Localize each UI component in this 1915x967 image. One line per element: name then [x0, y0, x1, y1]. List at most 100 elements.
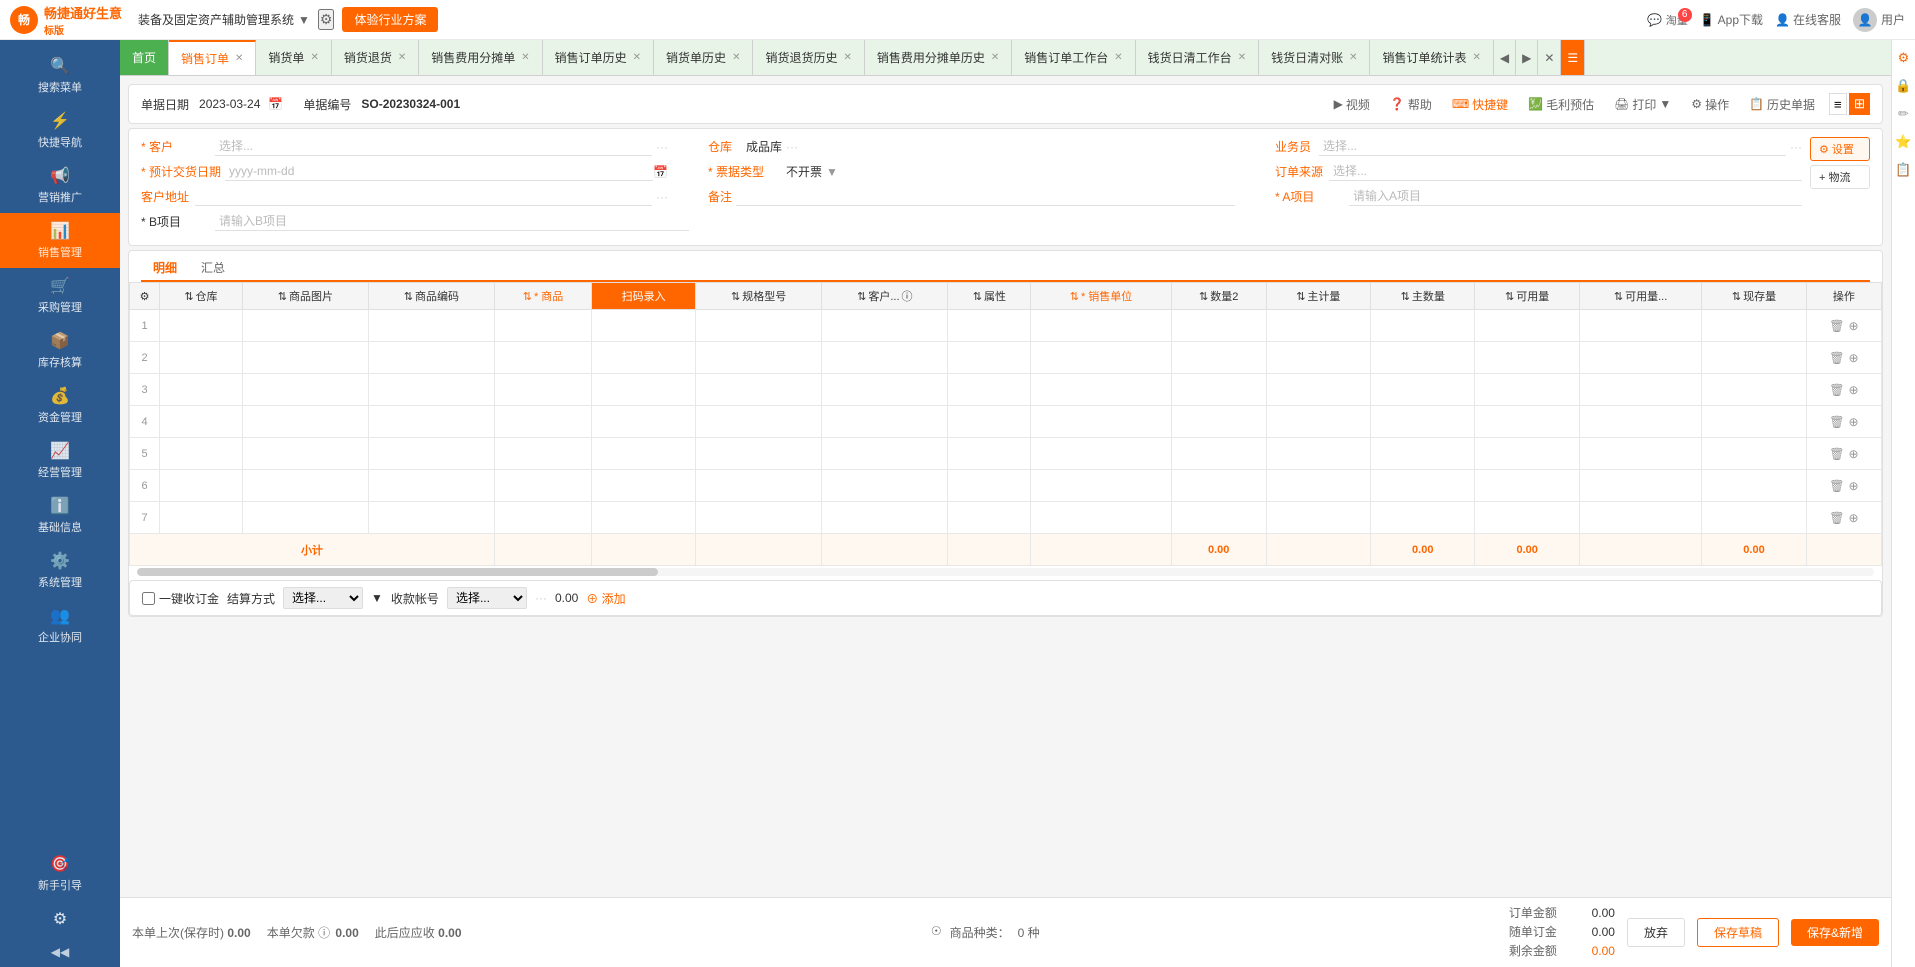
- row-available2[interactable]: [1579, 310, 1701, 342]
- operations-btn[interactable]: ⚙ 操作: [1685, 94, 1735, 115]
- sidebar-item-navigation[interactable]: ⚡ 快捷导航: [0, 103, 120, 158]
- row-qty2[interactable]: [1171, 342, 1266, 374]
- add-payment-btn[interactable]: ⊕ 添加: [586, 590, 625, 607]
- row-available[interactable]: [1475, 438, 1579, 470]
- industry-plan-button[interactable]: 体验行业方案: [342, 7, 438, 32]
- tab-close-icon[interactable]: ✕: [1349, 52, 1357, 63]
- col-settings[interactable]: ⚙: [130, 283, 160, 310]
- row-available[interactable]: [1475, 310, 1579, 342]
- online-service-link[interactable]: 👤 在线客服: [1775, 11, 1841, 28]
- table-settings-icon[interactable]: ⚙: [140, 291, 150, 303]
- row-scan[interactable]: [592, 310, 696, 342]
- sort-icon[interactable]: ⇅: [1505, 290, 1514, 303]
- row-copy-btn[interactable]: ⊕: [1848, 447, 1858, 461]
- sidebar-item-inventory[interactable]: 📦 库存核算: [0, 323, 120, 378]
- row-stock[interactable]: [1702, 406, 1806, 438]
- rs-settings-icon[interactable]: ⚙: [1894, 48, 1914, 68]
- tab-reconciliation[interactable]: 钱货日清对账 ✕: [1259, 40, 1370, 76]
- chevron-down-icon[interactable]: ▼: [298, 13, 310, 27]
- row-main-unit[interactable]: [1266, 438, 1370, 470]
- delivery-input[interactable]: [225, 162, 653, 181]
- staff-more-btn[interactable]: ···: [1790, 140, 1802, 154]
- sidebar-item-settings[interactable]: ⚙: [0, 901, 120, 937]
- tab-sales-order[interactable]: 销售订单 ✕: [169, 40, 256, 76]
- row-copy-btn[interactable]: ⊕: [1848, 479, 1858, 493]
- tab-close-icon[interactable]: ✕: [843, 52, 851, 63]
- row-stock[interactable]: [1702, 342, 1806, 374]
- sidebar-item-base-info[interactable]: ℹ️ 基础信息: [0, 488, 120, 543]
- row-available2[interactable]: [1579, 502, 1701, 534]
- row-product-img[interactable]: [242, 310, 368, 342]
- sort-icon[interactable]: ⇅: [731, 290, 740, 303]
- rs-lock-icon[interactable]: 🔒: [1894, 76, 1914, 96]
- b-project-input[interactable]: [215, 212, 689, 231]
- tab-invoice-history[interactable]: 销货单历史 ✕: [654, 40, 753, 76]
- row-product-img[interactable]: [242, 406, 368, 438]
- scrollbar-thumb[interactable]: [137, 568, 658, 576]
- row-warehouse[interactable]: [160, 406, 243, 438]
- row-stock[interactable]: [1702, 374, 1806, 406]
- row-main-unit[interactable]: [1266, 406, 1370, 438]
- row-warehouse[interactable]: [160, 470, 243, 502]
- row-sales-unit[interactable]: [1031, 374, 1171, 406]
- row-stock[interactable]: [1702, 470, 1806, 502]
- row-scan[interactable]: [592, 406, 696, 438]
- row-customer-code[interactable]: [822, 374, 948, 406]
- row-customer-code[interactable]: [822, 470, 948, 502]
- table-scrollbar[interactable]: [137, 568, 1874, 576]
- row-attr[interactable]: [948, 502, 1031, 534]
- tab-menu-button[interactable]: ☰: [1561, 40, 1585, 76]
- row-product-code[interactable]: [368, 310, 494, 342]
- payment-method-select[interactable]: 选择...: [283, 587, 363, 609]
- tab-return-history[interactable]: 销货退货历史 ✕: [753, 40, 864, 76]
- tab-sales-order-close[interactable]: ✕: [235, 53, 243, 64]
- ticket-dropdown-icon[interactable]: ▼: [826, 165, 838, 179]
- list-view-btn[interactable]: ≡: [1829, 93, 1847, 115]
- row-available[interactable]: [1475, 374, 1579, 406]
- row-sales-unit[interactable]: [1031, 470, 1171, 502]
- row-available[interactable]: [1475, 470, 1579, 502]
- row-scan[interactable]: [592, 342, 696, 374]
- order-source-input[interactable]: [1329, 162, 1802, 181]
- tab-close-icon[interactable]: ✕: [633, 52, 641, 63]
- row-delete-btn[interactable]: 🗑: [1829, 479, 1844, 493]
- row-product-img[interactable]: [242, 470, 368, 502]
- row-copy-btn[interactable]: ⊕: [1848, 383, 1858, 397]
- date-value[interactable]: 2023-03-24: [199, 97, 260, 111]
- sidebar-item-search[interactable]: 🔍 搜索菜单: [0, 48, 120, 103]
- row-sales-unit[interactable]: [1031, 406, 1171, 438]
- user-area[interactable]: 👤 用户: [1853, 8, 1905, 32]
- tab-order-workbench[interactable]: 销售订单工作台 ✕: [1012, 40, 1135, 76]
- tab-summary[interactable]: 汇总: [189, 255, 237, 280]
- row-main-unit[interactable]: [1266, 342, 1370, 374]
- save-draft-button[interactable]: 保存草稿: [1697, 918, 1779, 947]
- dots-icon[interactable]: ···: [535, 591, 547, 605]
- row-main-qty[interactable]: [1371, 374, 1475, 406]
- help-btn[interactable]: ❓ 帮助: [1384, 94, 1438, 115]
- row-product-img[interactable]: [242, 374, 368, 406]
- row-customer-code[interactable]: [822, 342, 948, 374]
- row-customer-code[interactable]: [822, 310, 948, 342]
- tab-close-icon[interactable]: ✕: [398, 52, 406, 63]
- sort-icon[interactable]: ⇅: [184, 290, 193, 303]
- print-dropdown-icon[interactable]: ▼: [1659, 97, 1671, 111]
- rs-edit-icon[interactable]: ✏: [1894, 104, 1914, 124]
- sidebar-item-guide[interactable]: 🎯 新手引导: [0, 846, 120, 901]
- row-product[interactable]: [494, 502, 591, 534]
- row-available2[interactable]: [1579, 374, 1701, 406]
- save-new-button[interactable]: 保存&新增: [1791, 919, 1879, 946]
- row-main-unit[interactable]: [1266, 310, 1370, 342]
- row-qty2[interactable]: [1171, 406, 1266, 438]
- row-spec[interactable]: [696, 342, 822, 374]
- row-attr[interactable]: [948, 406, 1031, 438]
- add-item-btn[interactable]: + 物流: [1810, 165, 1870, 189]
- tab-sales-return[interactable]: 销货退货 ✕: [332, 40, 419, 76]
- print-btn[interactable]: 🖨 打印 ▼: [1608, 94, 1677, 115]
- settings-gear-button[interactable]: ⚙: [318, 9, 335, 30]
- row-attr[interactable]: [948, 342, 1031, 374]
- row-spec[interactable]: [696, 406, 822, 438]
- row-warehouse[interactable]: [160, 438, 243, 470]
- row-main-qty[interactable]: [1371, 438, 1475, 470]
- row-product-code[interactable]: [368, 342, 494, 374]
- settings-btn[interactable]: ⚙ 设置: [1810, 137, 1870, 161]
